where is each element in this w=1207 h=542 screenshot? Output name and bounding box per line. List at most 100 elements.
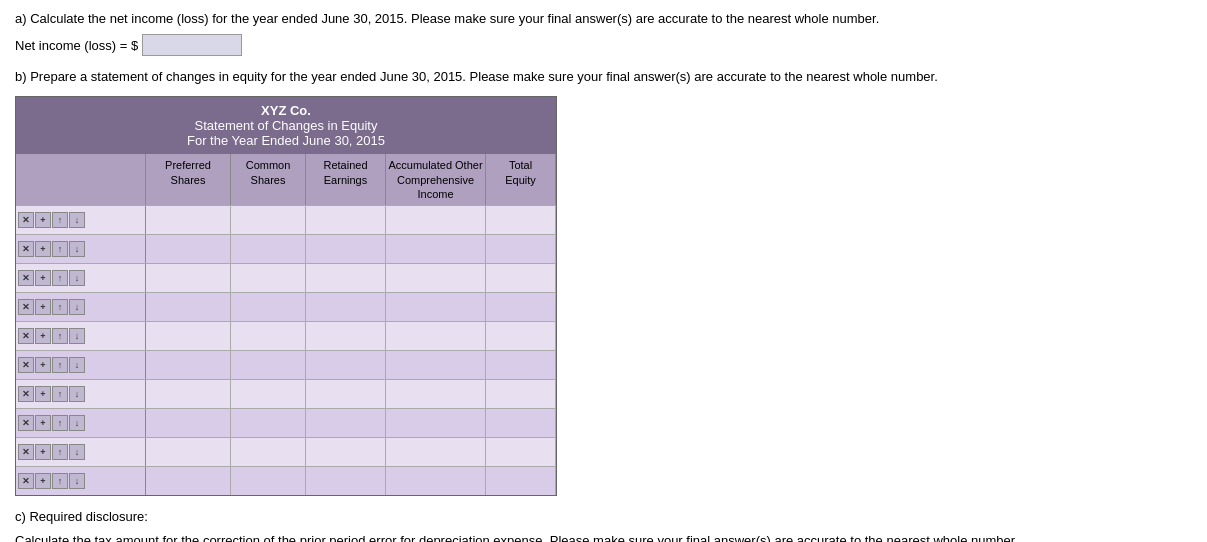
add-row-button[interactable]: + <box>35 212 51 228</box>
cell-total <box>486 293 556 321</box>
cell-preferred <box>146 293 231 321</box>
section-a-answer-row: Net income (loss) = $ <box>15 34 1192 56</box>
table-row: ✕ + ↑ ↓ <box>16 437 556 466</box>
move-down-button[interactable]: ↓ <box>69 270 85 286</box>
cell-retained <box>306 380 386 408</box>
add-row-button[interactable]: + <box>35 328 51 344</box>
move-down-button[interactable]: ↓ <box>69 212 85 228</box>
cell-preferred <box>146 206 231 234</box>
delete-row-button[interactable]: ✕ <box>18 241 34 257</box>
move-up-button[interactable]: ↑ <box>52 270 68 286</box>
cell-preferred <box>146 467 231 495</box>
cell-common <box>231 467 306 495</box>
delete-row-button[interactable]: ✕ <box>18 299 34 315</box>
row-controls: ✕ + ↑ ↓ <box>16 264 146 292</box>
cell-common <box>231 264 306 292</box>
move-up-button[interactable]: ↑ <box>52 241 68 257</box>
col-header-retained: RetainedEarnings <box>306 154 386 205</box>
delete-row-button[interactable]: ✕ <box>18 415 34 431</box>
cell-accumulated <box>386 322 486 350</box>
add-row-button[interactable]: + <box>35 386 51 402</box>
row-controls: ✕ + ↑ ↓ <box>16 293 146 321</box>
cell-retained <box>306 235 386 263</box>
move-up-button[interactable]: ↑ <box>52 473 68 489</box>
delete-row-button[interactable]: ✕ <box>18 386 34 402</box>
move-down-button[interactable]: ↓ <box>69 415 85 431</box>
section-b: b) Prepare a statement of changes in equ… <box>15 68 1192 496</box>
table-row: ✕ + ↑ ↓ <box>16 234 556 263</box>
add-row-button[interactable]: + <box>35 415 51 431</box>
cell-preferred <box>146 322 231 350</box>
section-a-label: Net income (loss) = $ <box>15 38 138 53</box>
move-down-button[interactable]: ↓ <box>69 473 85 489</box>
move-up-button[interactable]: ↑ <box>52 386 68 402</box>
row-controls: ✕ + ↑ ↓ <box>16 380 146 408</box>
cell-accumulated <box>386 235 486 263</box>
cell-accumulated <box>386 438 486 466</box>
move-up-button[interactable]: ↑ <box>52 415 68 431</box>
delete-row-button[interactable]: ✕ <box>18 212 34 228</box>
cell-common <box>231 409 306 437</box>
add-row-button[interactable]: + <box>35 241 51 257</box>
cell-total <box>486 409 556 437</box>
equity-table: XYZ Co. Statement of Changes in Equity F… <box>15 96 557 496</box>
delete-row-button[interactable]: ✕ <box>18 444 34 460</box>
company-name: XYZ Co. <box>36 103 536 118</box>
section-a-question: a) Calculate the net income (loss) for t… <box>15 10 1192 28</box>
cell-retained <box>306 264 386 292</box>
move-up-button[interactable]: ↑ <box>52 212 68 228</box>
section-c-question-line1: c) Required disclosure: <box>15 508 1192 526</box>
move-up-button[interactable]: ↑ <box>52 328 68 344</box>
row-label-col-header <box>16 154 146 205</box>
table-row: ✕ + ↑ ↓ <box>16 263 556 292</box>
cell-retained <box>306 409 386 437</box>
add-row-button[interactable]: + <box>35 473 51 489</box>
cell-accumulated <box>386 351 486 379</box>
cell-common <box>231 380 306 408</box>
add-row-button[interactable]: + <box>35 357 51 373</box>
add-row-button[interactable]: + <box>35 270 51 286</box>
cell-accumulated <box>386 467 486 495</box>
cell-retained <box>306 206 386 234</box>
table-row: ✕ + ↑ ↓ <box>16 350 556 379</box>
move-up-button[interactable]: ↑ <box>52 299 68 315</box>
move-down-button[interactable]: ↓ <box>69 444 85 460</box>
net-income-input[interactable] <box>142 34 242 56</box>
row-controls: ✕ + ↑ ↓ <box>16 351 146 379</box>
row-controls: ✕ + ↑ ↓ <box>16 322 146 350</box>
move-down-button[interactable]: ↓ <box>69 357 85 373</box>
cell-accumulated <box>386 293 486 321</box>
table-header: XYZ Co. Statement of Changes in Equity F… <box>16 97 556 154</box>
cell-accumulated <box>386 380 486 408</box>
cell-retained <box>306 293 386 321</box>
section-a: a) Calculate the net income (loss) for t… <box>15 10 1192 56</box>
delete-row-button[interactable]: ✕ <box>18 328 34 344</box>
table-row: ✕ + ↑ ↓ <box>16 379 556 408</box>
cell-retained <box>306 322 386 350</box>
cell-total <box>486 438 556 466</box>
cell-preferred <box>146 264 231 292</box>
table-row: ✕ + ↑ ↓ <box>16 292 556 321</box>
delete-row-button[interactable]: ✕ <box>18 357 34 373</box>
delete-row-button[interactable]: ✕ <box>18 473 34 489</box>
move-down-button[interactable]: ↓ <box>69 386 85 402</box>
cell-total <box>486 235 556 263</box>
row-controls: ✕ + ↑ ↓ <box>16 409 146 437</box>
move-up-button[interactable]: ↑ <box>52 444 68 460</box>
cell-preferred <box>146 235 231 263</box>
cell-accumulated <box>386 206 486 234</box>
cell-total <box>486 206 556 234</box>
table-row: ✕ + ↑ ↓ <box>16 408 556 437</box>
add-row-button[interactable]: + <box>35 444 51 460</box>
move-up-button[interactable]: ↑ <box>52 357 68 373</box>
col-header-accumulated: Accumulated OtherComprehensiveIncome <box>386 154 486 205</box>
add-row-button[interactable]: + <box>35 299 51 315</box>
cell-common <box>231 206 306 234</box>
cell-common <box>231 293 306 321</box>
section-b-question: b) Prepare a statement of changes in equ… <box>15 68 1192 86</box>
cell-retained <box>306 351 386 379</box>
delete-row-button[interactable]: ✕ <box>18 270 34 286</box>
move-down-button[interactable]: ↓ <box>69 241 85 257</box>
move-down-button[interactable]: ↓ <box>69 299 85 315</box>
move-down-button[interactable]: ↓ <box>69 328 85 344</box>
